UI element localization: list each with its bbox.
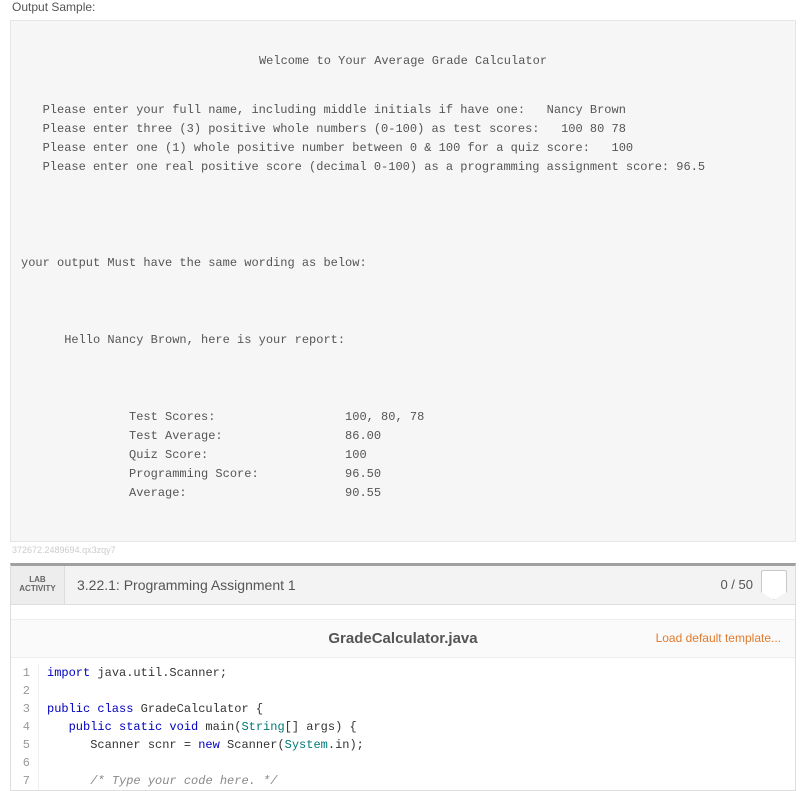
- report-row: Programming Score: 96.50: [21, 465, 785, 484]
- sample-prompt-line: Please enter one real positive score (de…: [21, 158, 785, 177]
- lab-badge-line2: ACTIVITY: [19, 585, 55, 594]
- sample-blank: [21, 216, 785, 235]
- report-rows: Test Scores: 100, 80, 78 Test Average: 8…: [21, 408, 785, 504]
- line-number: 2: [11, 682, 30, 700]
- code-content[interactable]: import java.util.Scanner; public class Gr…: [39, 664, 364, 790]
- output-sample-label: Output Sample:: [12, 0, 796, 14]
- load-default-template-link[interactable]: Load default template...: [656, 631, 781, 645]
- lab-activity-bar: LAB ACTIVITY 3.22.1: Programming Assignm…: [10, 563, 796, 605]
- code-line[interactable]: /* Type your code here. */: [47, 772, 364, 790]
- watermark: 372672.2489694.qx3zqy7: [12, 545, 796, 555]
- line-number: 7: [11, 772, 30, 790]
- editor-header: GradeCalculator.java Load default templa…: [11, 619, 795, 658]
- sample-blank2: [21, 292, 785, 311]
- lab-title: 3.22.1: Programming Assignment 1: [65, 566, 712, 604]
- code-line[interactable]: public class GradeCalculator {: [47, 700, 364, 718]
- report-row: Average: 90.55: [21, 484, 785, 503]
- lab-score-text: 0 / 50: [720, 577, 753, 592]
- code-line[interactable]: import java.util.Scanner;: [47, 664, 364, 682]
- code-line[interactable]: public static void main(String[] args) {: [47, 718, 364, 736]
- line-number: 1: [11, 664, 30, 682]
- sample-prompt-line: Please enter one (1) whole positive numb…: [21, 139, 785, 158]
- sample-title: Welcome to Your Average Grade Calculator: [21, 52, 785, 71]
- report-row: Test Scores: 100, 80, 78: [21, 408, 785, 427]
- code-line[interactable]: [47, 682, 364, 700]
- line-number: 4: [11, 718, 30, 736]
- requirement-line: your output Must have the same wording a…: [21, 254, 785, 273]
- sample-output-box: Welcome to Your Average Grade Calculator…: [10, 20, 796, 542]
- lab-badge: LAB ACTIVITY: [11, 566, 65, 604]
- code-editor: GradeCalculator.java Load default templa…: [10, 605, 796, 791]
- line-number: 3: [11, 700, 30, 718]
- line-number: 6: [11, 754, 30, 772]
- line-number: 5: [11, 736, 30, 754]
- lab-score-area: 0 / 50: [712, 566, 795, 604]
- report-row: Quiz Score: 100: [21, 446, 785, 465]
- code-area[interactable]: 1234567 import java.util.Scanner; public …: [11, 658, 795, 790]
- sample-prompt-line: Please enter three (3) positive whole nu…: [21, 120, 785, 139]
- code-line[interactable]: [47, 754, 364, 772]
- lab-badge-line1: LAB: [29, 576, 45, 585]
- line-gutter: 1234567: [11, 664, 39, 790]
- editor-filename: GradeCalculator.java: [328, 630, 477, 647]
- sample-prompts: Please enter your full name, including m…: [21, 101, 785, 178]
- sample-prompt-line: Please enter your full name, including m…: [21, 101, 785, 120]
- sample-blank3: [21, 369, 785, 388]
- greeting-line: Hello Nancy Brown, here is your report:: [21, 331, 785, 350]
- score-chevron-icon[interactable]: [761, 570, 787, 600]
- report-row: Test Average: 86.00: [21, 427, 785, 446]
- code-line[interactable]: Scanner scnr = new Scanner(System.in);: [47, 736, 364, 754]
